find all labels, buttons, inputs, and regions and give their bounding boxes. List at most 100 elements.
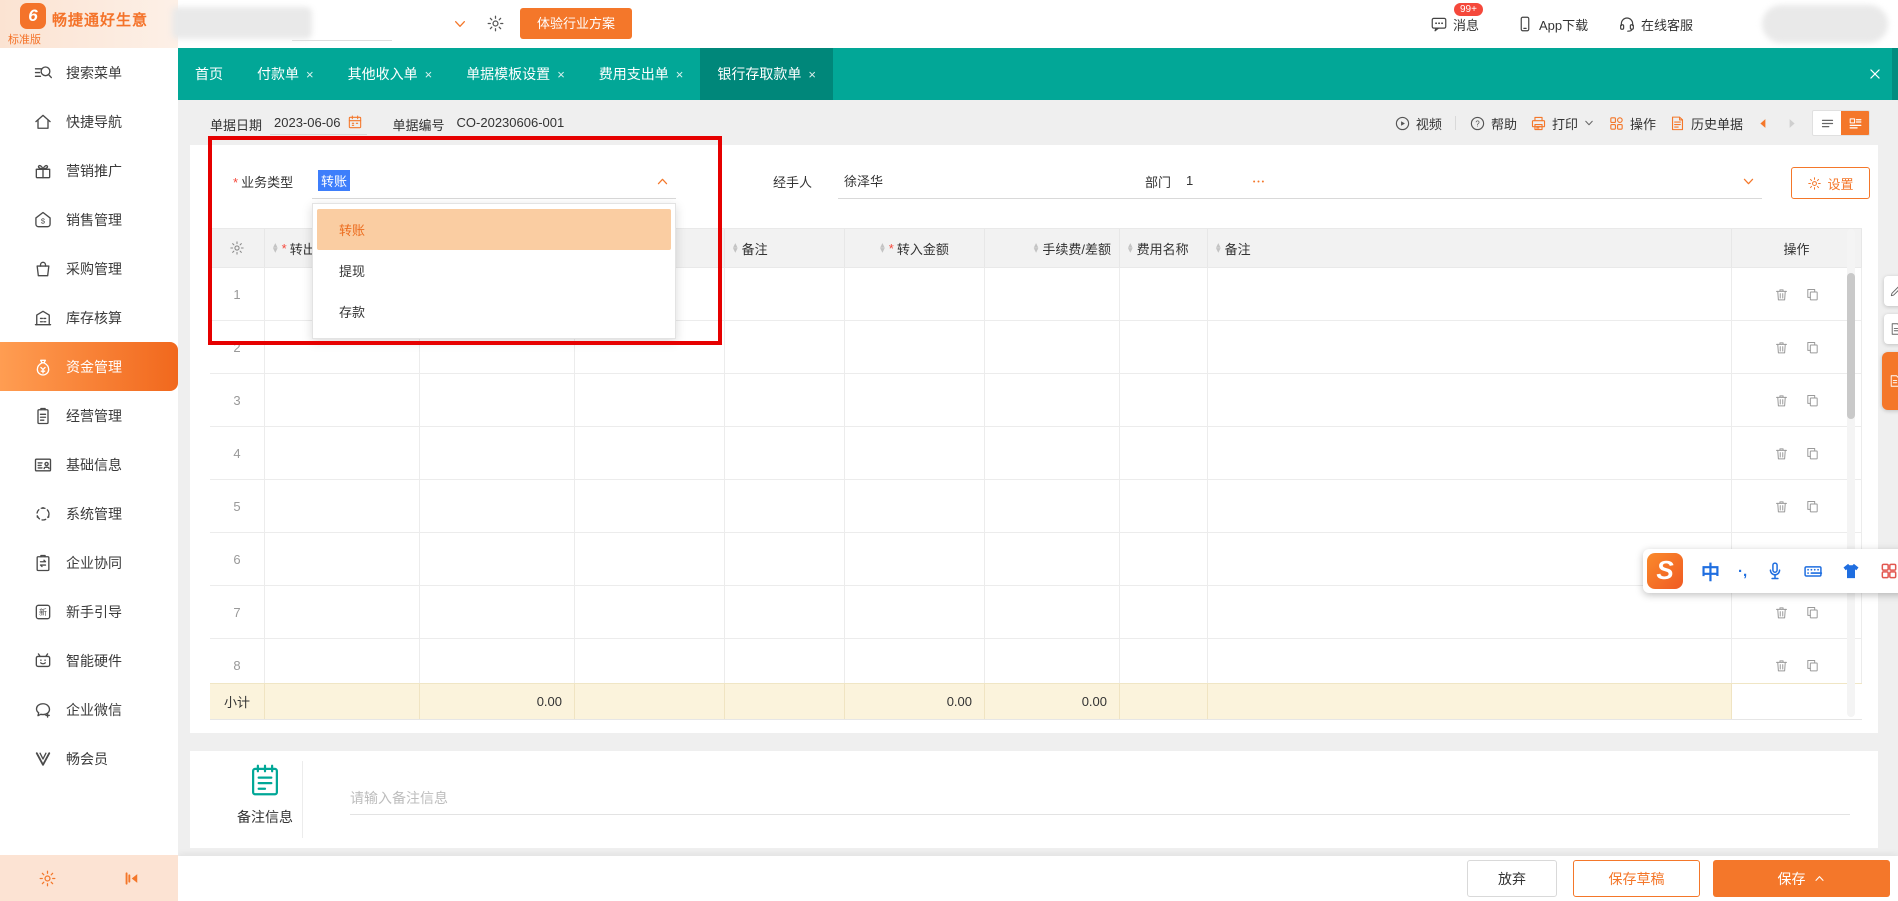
sidebar-item-企业微信[interactable]: 企业微信 bbox=[0, 685, 178, 734]
close-all-tabs-icon[interactable] bbox=[1868, 48, 1882, 100]
dropdown-option-提现[interactable]: 提现 bbox=[317, 250, 671, 291]
delete-row-icon[interactable] bbox=[1774, 605, 1789, 620]
cell-备注[interactable] bbox=[1208, 427, 1732, 479]
help-button[interactable]: 帮助 bbox=[1469, 114, 1517, 133]
card-view-toggle[interactable] bbox=[1841, 111, 1869, 135]
cell-转入账户[interactable] bbox=[575, 374, 725, 426]
save-draft-button[interactable]: 保存草稿 bbox=[1573, 860, 1700, 897]
video-button[interactable]: 视频 bbox=[1394, 114, 1442, 133]
sidebar-item-资金管理[interactable]: 资金管理 bbox=[0, 342, 178, 391]
skin-shirt-icon[interactable] bbox=[1841, 561, 1861, 581]
tab-close-icon[interactable]: × bbox=[425, 67, 433, 82]
next-doc-icon[interactable] bbox=[1784, 116, 1799, 131]
sort-icon[interactable]: ▲▼ bbox=[273, 243, 278, 254]
print-button[interactable]: 打印 bbox=[1530, 114, 1595, 133]
gear-icon[interactable] bbox=[486, 14, 505, 33]
tab-费用支出单[interactable]: 费用支出单 × bbox=[582, 48, 701, 100]
tab-银行存取款单[interactable]: 银行存取款单 × bbox=[700, 48, 833, 100]
cell-转入账户[interactable] bbox=[575, 586, 725, 638]
delete-row-icon[interactable] bbox=[1774, 393, 1789, 408]
cell-转出账户[interactable] bbox=[265, 480, 420, 532]
ime-logo-icon[interactable]: S bbox=[1647, 553, 1683, 589]
floating-assistant-button[interactable] bbox=[1882, 352, 1898, 410]
delete-row-icon[interactable] bbox=[1774, 499, 1789, 514]
column-header-gear[interactable] bbox=[210, 229, 265, 267]
cell-费用名称[interactable] bbox=[1120, 268, 1208, 320]
tab-付款单[interactable]: 付款单 × bbox=[240, 48, 331, 100]
cell-费用名称[interactable] bbox=[1120, 374, 1208, 426]
sidebar-item-企业协同[interactable]: 企业协同 bbox=[0, 538, 178, 587]
sidebar-item-经营管理[interactable]: 经营管理 bbox=[0, 391, 178, 440]
cell-备注[interactable] bbox=[1208, 374, 1732, 426]
cell-备注[interactable] bbox=[725, 533, 845, 585]
cell-备注[interactable] bbox=[1208, 480, 1732, 532]
cell-转出金额[interactable] bbox=[420, 427, 575, 479]
cell-操作[interactable] bbox=[1732, 374, 1862, 426]
delete-row-icon[interactable] bbox=[1774, 658, 1789, 673]
user-avatar-redacted[interactable] bbox=[1762, 5, 1888, 43]
sidebar-item-基础信息[interactable]: 基础信息 bbox=[0, 440, 178, 489]
sort-icon[interactable]: ▲▼ bbox=[1034, 243, 1039, 254]
sidebar-item-新手引导[interactable]: 新手引导 bbox=[0, 587, 178, 636]
cell-费用名称[interactable] bbox=[1120, 586, 1208, 638]
cell-转入账户[interactable] bbox=[575, 533, 725, 585]
cell-备注[interactable] bbox=[725, 427, 845, 479]
sidebar-item-智能硬件[interactable]: 智能硬件 bbox=[0, 636, 178, 685]
cell-转入金额[interactable] bbox=[845, 321, 985, 373]
sort-icon[interactable]: ▲▼ bbox=[880, 243, 885, 254]
cell-手续费/差额[interactable] bbox=[985, 268, 1120, 320]
sidebar-settings-gear-icon[interactable] bbox=[38, 869, 57, 888]
cell-备注[interactable] bbox=[725, 374, 845, 426]
dropdown-option-存款[interactable]: 存款 bbox=[317, 291, 671, 332]
ime-menu-grid-icon[interactable] bbox=[1879, 561, 1898, 581]
discard-button[interactable]: 放弃 bbox=[1467, 860, 1557, 897]
cell-转入金额[interactable] bbox=[845, 480, 985, 532]
delete-row-icon[interactable] bbox=[1774, 446, 1789, 461]
online-support-button[interactable]: 在线客服 bbox=[1618, 14, 1693, 34]
cell-转出账户[interactable] bbox=[265, 533, 420, 585]
cell-gear[interactable]: 3 bbox=[210, 374, 265, 426]
save-button[interactable]: 保存 bbox=[1713, 860, 1890, 897]
settings-button[interactable]: 设置 bbox=[1791, 167, 1870, 199]
operate-button[interactable]: 操作 bbox=[1608, 114, 1656, 133]
cell-操作[interactable] bbox=[1732, 586, 1862, 638]
calendar-icon[interactable] bbox=[347, 114, 363, 130]
microphone-icon[interactable] bbox=[1765, 561, 1785, 581]
column-header-费用名称[interactable]: ▲ ▼ 费用名称 bbox=[1120, 229, 1208, 267]
cell-gear[interactable]: 5 bbox=[210, 480, 265, 532]
cell-转入金额[interactable] bbox=[845, 374, 985, 426]
tab-close-icon[interactable]: × bbox=[808, 67, 816, 82]
cell-手续费/差额[interactable] bbox=[985, 480, 1120, 532]
cell-gear[interactable]: 1 bbox=[210, 268, 265, 320]
cell-转入金额[interactable] bbox=[845, 268, 985, 320]
cell-转入金额[interactable] bbox=[845, 533, 985, 585]
tab-首页[interactable]: 首页 bbox=[178, 48, 240, 100]
copy-row-icon[interactable] bbox=[1805, 605, 1820, 620]
cell-手续费/差额[interactable] bbox=[985, 374, 1120, 426]
cell-操作[interactable] bbox=[1732, 321, 1862, 373]
copy-row-icon[interactable] bbox=[1805, 287, 1820, 302]
sidebar-item-畅会员[interactable]: 畅会员 bbox=[0, 734, 178, 783]
cell-gear[interactable]: 6 bbox=[210, 533, 265, 585]
cell-手续费/差额[interactable] bbox=[985, 427, 1120, 479]
cell-转入金额[interactable] bbox=[845, 586, 985, 638]
cell-备注[interactable] bbox=[1208, 268, 1732, 320]
column-header-手续费/差额[interactable]: ▲ ▼ 手续费/差额 bbox=[985, 229, 1120, 267]
column-header-转入金额[interactable]: ▲ ▼ * 转入金额 bbox=[845, 229, 985, 267]
floating-tool-button[interactable] bbox=[1884, 276, 1898, 306]
cell-手续费/差额[interactable] bbox=[985, 533, 1120, 585]
cell-手续费/差额[interactable] bbox=[985, 586, 1120, 638]
cell-备注[interactable] bbox=[1208, 586, 1732, 638]
cell-转入金额[interactable] bbox=[845, 427, 985, 479]
cell-备注[interactable] bbox=[725, 586, 845, 638]
doc-date-field[interactable]: 2023-06-06 bbox=[270, 114, 367, 135]
cell-转入账户[interactable] bbox=[575, 480, 725, 532]
copy-row-icon[interactable] bbox=[1805, 446, 1820, 461]
cell-操作[interactable] bbox=[1732, 480, 1862, 532]
cell-操作[interactable] bbox=[1732, 427, 1862, 479]
doc-no-field[interactable]: CO-20230606-001 bbox=[453, 115, 569, 135]
tab-close-icon[interactable]: × bbox=[676, 67, 684, 82]
cell-转出金额[interactable] bbox=[420, 374, 575, 426]
cell-转出账户[interactable] bbox=[265, 586, 420, 638]
cell-费用名称[interactable] bbox=[1120, 533, 1208, 585]
